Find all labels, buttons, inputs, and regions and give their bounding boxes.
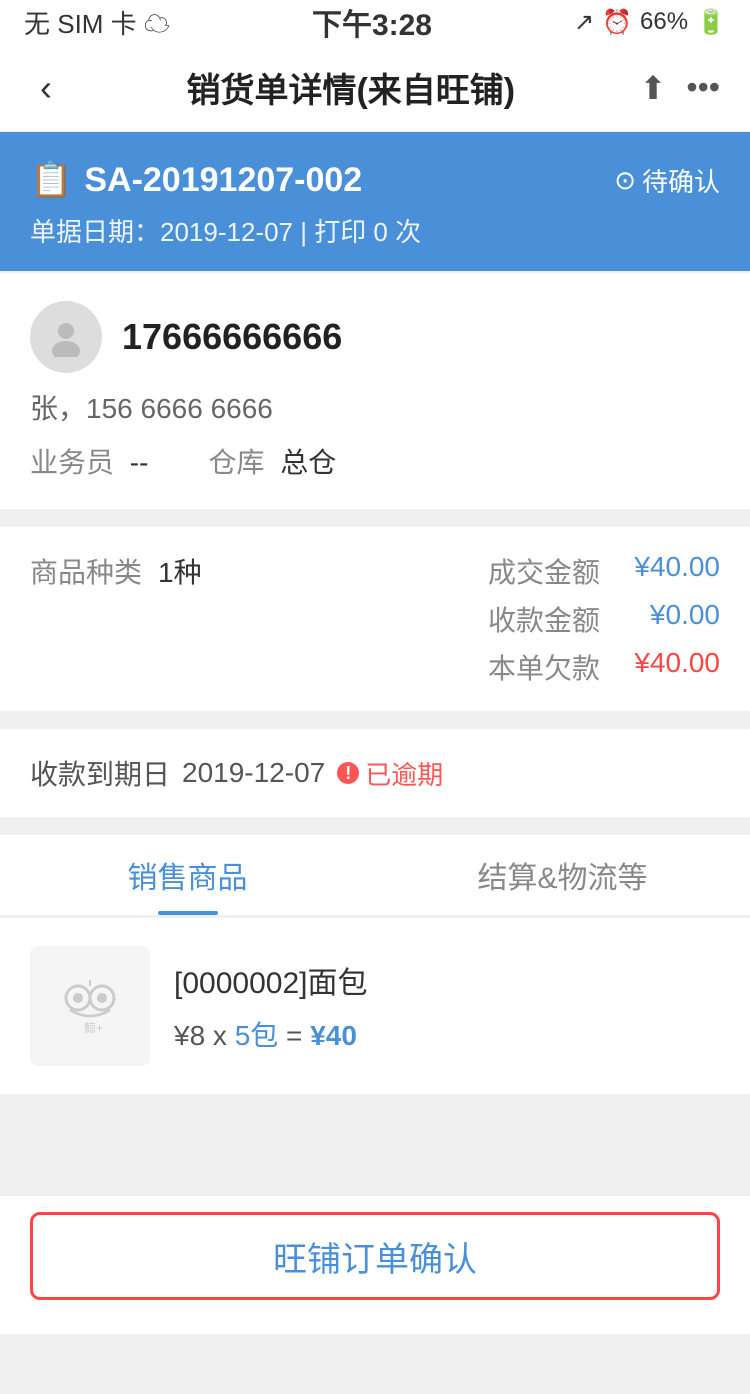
summary-card: 商品种类 1种 成交金额 ¥40.00 收款金额 ¥0.00 本单欠款 ¥40.… [0, 527, 750, 711]
page-title: 销货单详情(来自旺铺) [186, 63, 515, 112]
product-info: [0000002]面包 ¥8 x 5包 = ¥40 [174, 958, 720, 1054]
location-icon: ↗ [574, 8, 594, 37]
clock-icon: ⊙ [614, 165, 636, 196]
nav-bar: ‹ 销货单详情(来自旺铺) ⬆ ••• [0, 44, 750, 132]
warehouse-label: 仓库 [208, 447, 264, 478]
overdue-text: 已逾期 [365, 755, 443, 792]
divider-1 [0, 511, 750, 527]
eq-text: = [278, 1020, 310, 1051]
deal-amount-row: 成交金额 ¥40.00 [470, 551, 720, 591]
product-type-value: 1种 [158, 551, 202, 591]
owed-row: 本单欠款 ¥40.00 [470, 647, 720, 687]
owed-label: 本单欠款 [470, 647, 600, 687]
deal-amount-value: ¥40.00 [620, 551, 720, 591]
tab-bar: 销售商品 结算&物流等 [0, 835, 750, 916]
due-date-card: 收款到期日 2019-12-07 ! 已逾期 [0, 729, 750, 817]
deal-amount-label: 成交金额 [470, 551, 600, 591]
svg-text:鲸+: 鲸+ [84, 1020, 103, 1035]
customer-name: 张，156 6666 6666 [30, 387, 720, 427]
order-id-text: SA-20191207-002 [84, 161, 362, 200]
overdue-icon: ! [337, 762, 359, 784]
product-name: [0000002]面包 [174, 958, 720, 1002]
battery-text: 66% [640, 8, 688, 36]
tab-settlement[interactable]: 结算&物流等 [375, 835, 750, 915]
tab-products-label: 销售商品 [128, 853, 248, 897]
share-icon[interactable]: ⬆ [640, 69, 667, 107]
back-button[interactable]: ‹ [30, 57, 62, 119]
table-row: 鲸+ [0000002]面包 ¥8 x 5包 = ¥40 [0, 918, 750, 1094]
more-icon[interactable]: ••• [686, 69, 720, 106]
customer-card: 17666666666 张，156 6666 6666 业务员 -- 仓库 总仓 [0, 273, 750, 509]
confirm-button[interactable]: 旺铺订单确认 [30, 1212, 720, 1300]
bottom-bar: 旺铺订单确认 [0, 1196, 750, 1334]
order-date: 单据日期：2019-12-07 | 打印 0 次 [30, 212, 720, 249]
tab-products[interactable]: 销售商品 [0, 835, 375, 915]
due-date-value: 2019-12-07 [182, 757, 325, 789]
qty-text: 5包 [235, 1020, 279, 1051]
price-text: ¥8 x [174, 1020, 235, 1051]
avatar [30, 301, 102, 373]
total-text: ¥40 [310, 1020, 357, 1051]
status-time: 下午3:28 [312, 0, 432, 44]
due-label: 收款到期日 [30, 753, 170, 793]
order-id: 📋 SA-20191207-002 [30, 160, 362, 200]
sales-rep: 业务员 -- [30, 441, 148, 481]
product-list: 鲸+ [0000002]面包 ¥8 x 5包 = ¥40 [0, 918, 750, 1094]
confirm-button-label: 旺铺订单确认 [273, 1232, 477, 1281]
order-status: ⊙ 待确认 [614, 162, 720, 199]
divider-2 [0, 713, 750, 729]
divider-3 [0, 819, 750, 835]
tab-active-indicator [158, 911, 218, 915]
product-type-label: 商品种类 [30, 551, 142, 591]
product-type: 商品种类 1种 [30, 551, 470, 591]
customer-phone: 17666666666 [122, 316, 342, 358]
status-bar: 无 SIM 卡 ☁ 下午3:28 ↗ ⏰ 66% 🔋 [0, 0, 750, 44]
warehouse: 仓库 总仓 [208, 441, 336, 481]
battery-icon: 🔋 [696, 8, 726, 37]
product-price: ¥8 x 5包 = ¥40 [174, 1014, 720, 1054]
overdue-badge: ! 已逾期 [337, 755, 443, 792]
product-image: 鲸+ [30, 946, 150, 1066]
alarm-icon: ⏰ [602, 8, 632, 37]
order-status-text: 待确认 [642, 162, 720, 199]
amounts: 成交金额 ¥40.00 收款金额 ¥0.00 本单欠款 ¥40.00 [470, 551, 720, 687]
received-label: 收款金额 [470, 599, 600, 639]
tab-settlement-label: 结算&物流等 [477, 853, 647, 897]
sales-rep-label: 业务员 [30, 447, 114, 478]
sales-rep-value: -- [130, 447, 149, 478]
received-value: ¥0.00 [620, 599, 720, 639]
warehouse-value: 总仓 [280, 447, 336, 478]
owed-value: ¥40.00 [620, 647, 720, 687]
status-left: 无 SIM 卡 ☁ [24, 4, 170, 41]
order-header: 📋 SA-20191207-002 ⊙ 待确认 单据日期：2019-12-07 … [0, 132, 750, 271]
status-right: ↗ ⏰ 66% 🔋 [574, 8, 726, 37]
order-id-icon: 📋 [30, 160, 72, 200]
signal-text: 无 SIM 卡 ☁ [24, 4, 170, 41]
customer-meta: 业务员 -- 仓库 总仓 [30, 441, 720, 481]
received-row: 收款金额 ¥0.00 [470, 599, 720, 639]
nav-actions: ⬆ ••• [640, 69, 720, 107]
